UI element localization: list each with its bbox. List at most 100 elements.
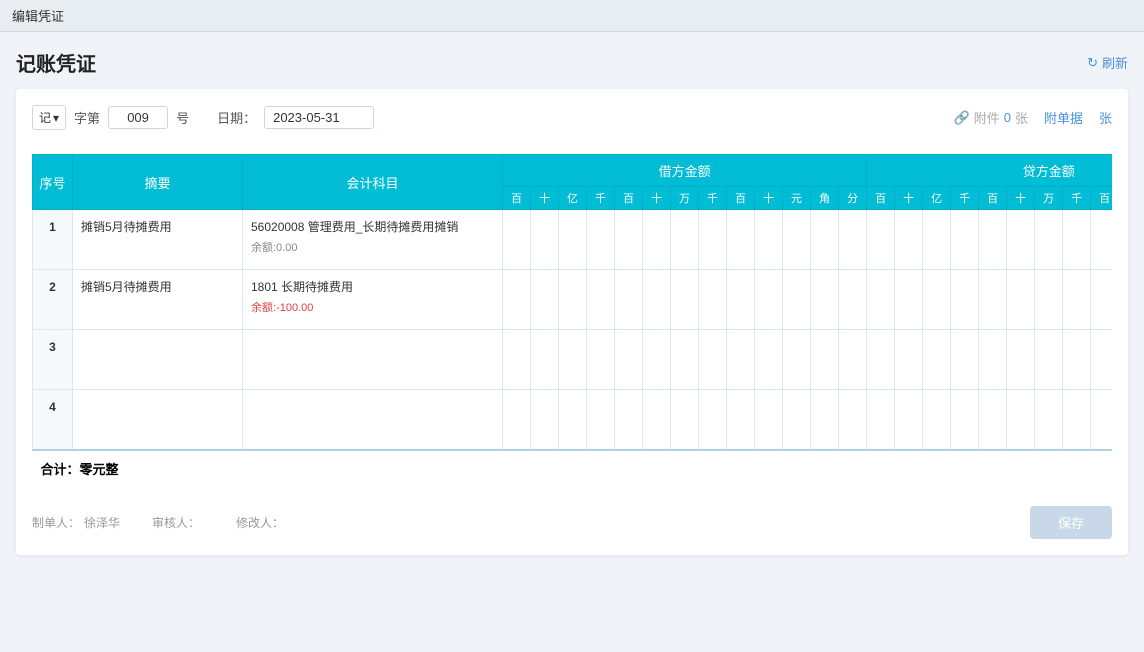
credit-cell-3-4[interactable] (979, 390, 1007, 450)
debit-cell-0-5[interactable] (643, 210, 671, 270)
debit-cell-0-2[interactable] (559, 210, 587, 270)
debit-cell-0-7[interactable] (699, 210, 727, 270)
credit-cell-2-4[interactable] (979, 330, 1007, 390)
debit-cell-2-10[interactable] (783, 330, 811, 390)
debit-cell-2-2[interactable] (559, 330, 587, 390)
debit-cell-3-12[interactable] (839, 390, 867, 450)
debit-cell-1-3[interactable] (587, 270, 615, 330)
word-number-input[interactable] (108, 106, 168, 129)
debit-cell-1-8[interactable] (727, 270, 755, 330)
credit-cell-0-2[interactable] (923, 210, 951, 270)
debit-cell-0-0[interactable] (503, 210, 531, 270)
credit-cell-0-5[interactable] (1007, 210, 1035, 270)
row-account-3[interactable] (243, 390, 503, 450)
voucher-type-dropdown[interactable]: 记 ▾ (32, 105, 66, 130)
debit-cell-3-9[interactable] (755, 390, 783, 450)
credit-cell-1-4[interactable] (979, 270, 1007, 330)
credit-cell-3-2[interactable] (923, 390, 951, 450)
credit-cell-0-6[interactable] (1035, 210, 1063, 270)
debit-cell-1-5[interactable] (643, 270, 671, 330)
debit-cell-0-6[interactable] (671, 210, 699, 270)
debit-cell-2-6[interactable] (671, 330, 699, 390)
debit-cell-0-8[interactable] (727, 210, 755, 270)
credit-cell-0-1[interactable] (895, 210, 923, 270)
row-summary-2[interactable] (73, 330, 243, 390)
debit-cell-1-7[interactable] (699, 270, 727, 330)
row-summary-1[interactable]: 摊销5月待摊费用 (73, 270, 243, 330)
credit-cell-2-1[interactable] (895, 330, 923, 390)
debit-cell-0-3[interactable] (587, 210, 615, 270)
credit-cell-0-8[interactable] (1091, 210, 1112, 270)
debit-cell-2-0[interactable] (503, 330, 531, 390)
date-input[interactable] (264, 106, 374, 129)
credit-cell-0-0[interactable] (867, 210, 895, 270)
refresh-button[interactable]: ↻ 刷新 (1087, 53, 1128, 72)
row-account-2[interactable] (243, 330, 503, 390)
debit-cell-3-0[interactable] (503, 390, 531, 450)
debit-cell-3-5[interactable] (643, 390, 671, 450)
credit-cell-2-0[interactable] (867, 330, 895, 390)
credit-cell-2-8[interactable] (1091, 330, 1112, 390)
debit-cell-2-11[interactable] (811, 330, 839, 390)
debit-cell-2-9[interactable] (755, 330, 783, 390)
credit-cell-1-8[interactable] (1091, 270, 1112, 330)
row-account-0[interactable]: 56020008 管理费用_长期待摊费用摊销余额:0.00 (243, 210, 503, 270)
credit-cell-2-7[interactable] (1063, 330, 1091, 390)
credit-cell-3-0[interactable] (867, 390, 895, 450)
debit-cell-1-9[interactable] (755, 270, 783, 330)
debit-cell-0-10[interactable] (783, 210, 811, 270)
debit-cell-3-1[interactable] (531, 390, 559, 450)
debit-cell-1-12[interactable] (839, 270, 867, 330)
credit-cell-0-4[interactable] (979, 210, 1007, 270)
credit-cell-3-7[interactable] (1063, 390, 1091, 450)
credit-cell-3-1[interactable] (895, 390, 923, 450)
debit-cell-3-10[interactable] (783, 390, 811, 450)
debit-cell-0-12[interactable] (839, 210, 867, 270)
debit-cell-1-4[interactable] (615, 270, 643, 330)
credit-cell-0-3[interactable] (951, 210, 979, 270)
debit-cell-1-2[interactable] (559, 270, 587, 330)
debit-cell-0-11[interactable] (811, 210, 839, 270)
debit-cell-2-7[interactable] (699, 330, 727, 390)
debit-cell-3-4[interactable] (615, 390, 643, 450)
debit-cell-0-4[interactable] (615, 210, 643, 270)
debit-cell-1-6[interactable] (671, 270, 699, 330)
credit-cell-2-5[interactable] (1007, 330, 1035, 390)
debit-cell-2-3[interactable] (587, 330, 615, 390)
credit-cell-3-8[interactable] (1091, 390, 1112, 450)
row-summary-0[interactable]: 摊销5月待摊费用 (73, 210, 243, 270)
debit-cell-1-1[interactable] (531, 270, 559, 330)
debit-cell-3-11[interactable] (811, 390, 839, 450)
credit-cell-3-6[interactable] (1035, 390, 1063, 450)
credit-cell-1-0[interactable] (867, 270, 895, 330)
credit-cell-2-6[interactable] (1035, 330, 1063, 390)
debit-cell-2-4[interactable] (615, 330, 643, 390)
credit-cell-1-6[interactable] (1035, 270, 1063, 330)
debit-cell-0-9[interactable] (755, 210, 783, 270)
credit-cell-3-3[interactable] (951, 390, 979, 450)
debit-cell-1-11[interactable] (811, 270, 839, 330)
credit-cell-1-3[interactable] (951, 270, 979, 330)
credit-cell-0-7[interactable] (1063, 210, 1091, 270)
row-summary-3[interactable] (73, 390, 243, 450)
debit-cell-3-2[interactable] (559, 390, 587, 450)
debit-cell-3-8[interactable] (727, 390, 755, 450)
debit-cell-3-6[interactable] (671, 390, 699, 450)
credit-cell-3-5[interactable] (1007, 390, 1035, 450)
debit-cell-3-3[interactable] (587, 390, 615, 450)
credit-cell-1-1[interactable] (895, 270, 923, 330)
row-account-1[interactable]: 1801 长期待摊费用余额:-100.00 (243, 270, 503, 330)
debit-cell-2-1[interactable] (531, 330, 559, 390)
debit-cell-3-7[interactable] (699, 390, 727, 450)
debit-cell-0-1[interactable] (531, 210, 559, 270)
credit-cell-2-3[interactable] (951, 330, 979, 390)
credit-cell-2-2[interactable] (923, 330, 951, 390)
debit-cell-1-0[interactable] (503, 270, 531, 330)
debit-cell-2-8[interactable] (727, 330, 755, 390)
credit-cell-1-2[interactable] (923, 270, 951, 330)
credit-cell-1-5[interactable] (1007, 270, 1035, 330)
debit-cell-2-12[interactable] (839, 330, 867, 390)
attach-sheets-button[interactable]: 附单据 (1044, 108, 1083, 127)
credit-cell-1-7[interactable] (1063, 270, 1091, 330)
debit-cell-2-5[interactable] (643, 330, 671, 390)
